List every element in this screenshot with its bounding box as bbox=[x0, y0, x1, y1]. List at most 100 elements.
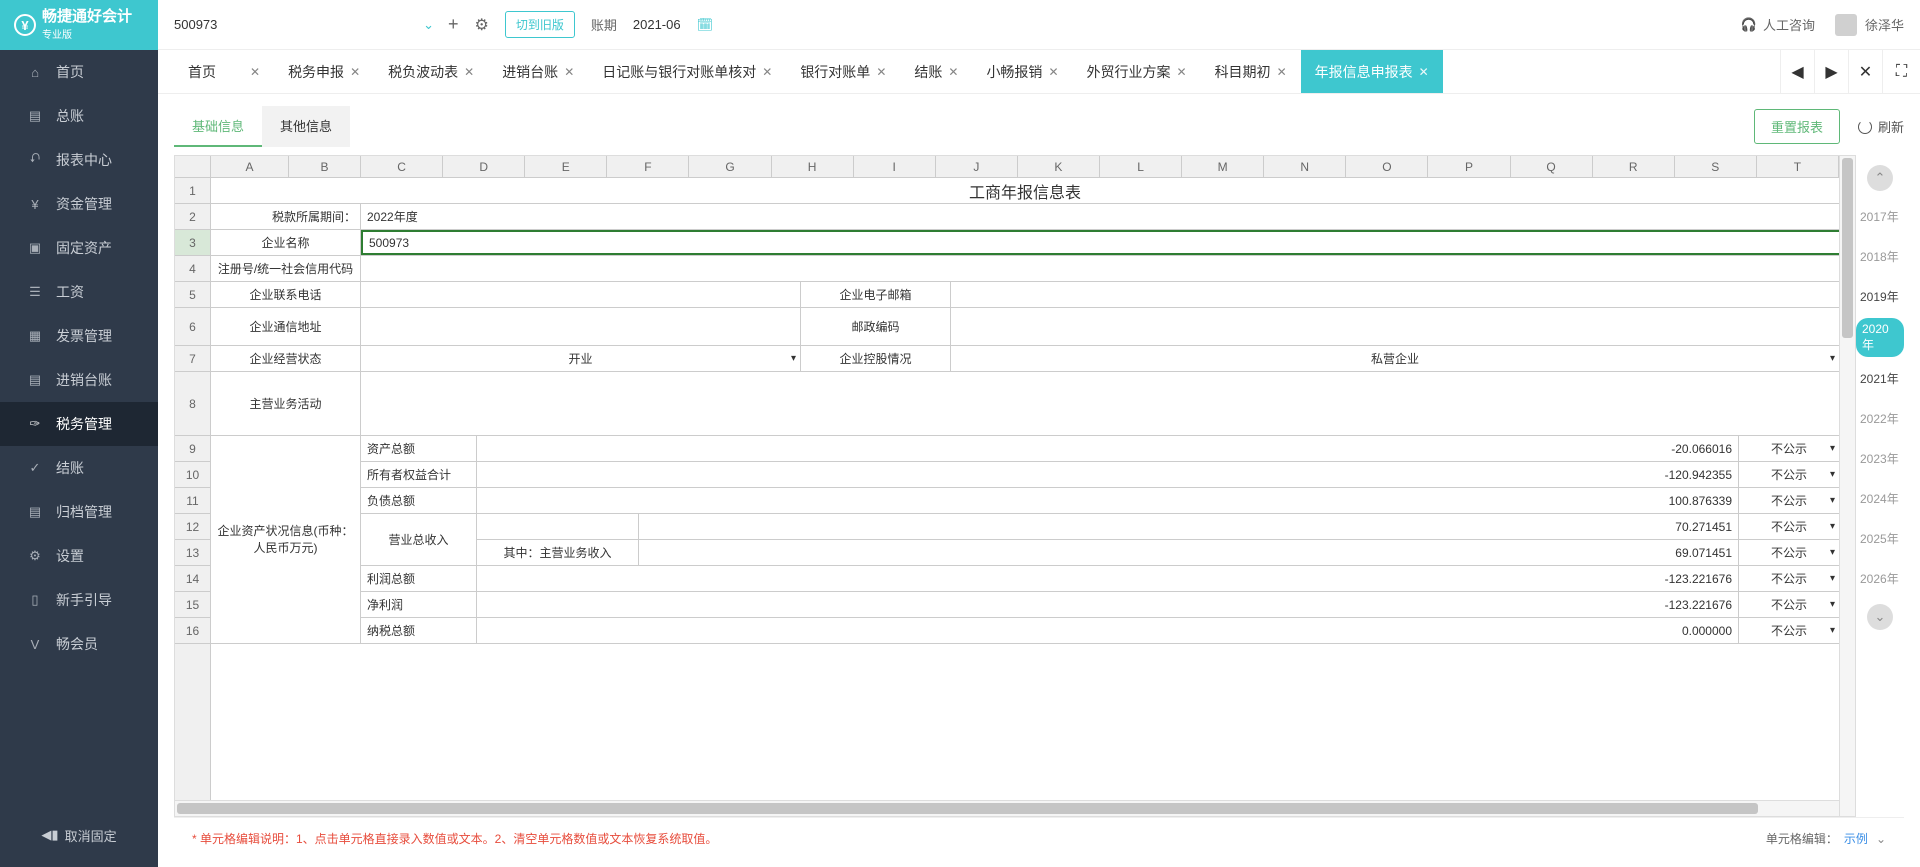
close-icon[interactable]: ✕ bbox=[1177, 65, 1187, 79]
close-icon[interactable]: ✕ bbox=[876, 65, 886, 79]
row-header[interactable]: 9 bbox=[175, 436, 210, 462]
dropdown-publish[interactable]: 不公示 bbox=[1739, 488, 1839, 513]
col-header-R[interactable]: R bbox=[1593, 156, 1675, 177]
close-icon[interactable]: ✕ bbox=[948, 65, 958, 79]
col-header-S[interactable]: S bbox=[1675, 156, 1757, 177]
tab-日记账与银行对账单核对[interactable]: 日记账与银行对账单核对✕ bbox=[588, 50, 786, 93]
nav-item-固定资产[interactable]: ▣固定资产 bbox=[0, 226, 158, 270]
dropdown-publish[interactable]: 不公示 bbox=[1739, 566, 1839, 591]
col-header-O[interactable]: O bbox=[1346, 156, 1428, 177]
dropdown-publish[interactable]: 不公示 bbox=[1739, 436, 1839, 461]
row-header[interactable]: 1 bbox=[175, 178, 210, 204]
tab-税务申报[interactable]: 税务申报✕ bbox=[274, 50, 374, 93]
nav-item-进销台账[interactable]: ▤进销台账 bbox=[0, 358, 158, 402]
tab-银行对账单[interactable]: 银行对账单✕ bbox=[786, 50, 900, 93]
cell-input[interactable] bbox=[951, 282, 1839, 307]
year-2020年[interactable]: 2020年 bbox=[1856, 318, 1904, 357]
nav-item-新手引导[interactable]: ▯新手引导 bbox=[0, 578, 158, 622]
fin-value[interactable]: -123.221676 bbox=[477, 566, 1739, 591]
cell-input[interactable] bbox=[361, 256, 1839, 281]
col-header-G[interactable]: G bbox=[689, 156, 771, 177]
switch-old-version-button[interactable]: 切到旧版 bbox=[505, 11, 575, 38]
tab-进销台账[interactable]: 进销台账✕ bbox=[488, 50, 588, 93]
refresh-button[interactable]: 刷新 bbox=[1858, 117, 1904, 136]
nav-item-归档管理[interactable]: ▤归档管理 bbox=[0, 490, 158, 534]
calendar-icon[interactable]: 🗓 bbox=[697, 17, 714, 33]
subtab-other[interactable]: 其他信息 bbox=[262, 106, 350, 147]
col-header-K[interactable]: K bbox=[1018, 156, 1100, 177]
tab-scroll-right[interactable]: ▶ bbox=[1814, 50, 1848, 93]
gear-icon[interactable]: ⚙ bbox=[475, 15, 489, 35]
nav-item-资金管理[interactable]: ¥资金管理 bbox=[0, 182, 158, 226]
col-header-H[interactable]: H bbox=[772, 156, 854, 177]
company-selector[interactable]: 500973 ⌄ bbox=[174, 17, 434, 33]
col-header-M[interactable]: M bbox=[1182, 156, 1264, 177]
nav-item-首页[interactable]: ⌂首页 bbox=[0, 50, 158, 94]
tab-外贸行业方案[interactable]: 外贸行业方案✕ bbox=[1073, 50, 1201, 93]
support-link[interactable]: 🎧 人工咨询 bbox=[1741, 15, 1815, 34]
year-2021年[interactable]: 2021年 bbox=[1856, 360, 1904, 397]
row-header[interactable]: 16 bbox=[175, 618, 210, 644]
col-header-A[interactable]: A bbox=[211, 156, 289, 177]
row-header[interactable]: 10 bbox=[175, 462, 210, 488]
nav-item-结账[interactable]: ✓结账 bbox=[0, 446, 158, 490]
year-2025年[interactable]: 2025年 bbox=[1856, 520, 1904, 557]
row-header[interactable]: 3 bbox=[175, 230, 210, 256]
col-header-Q[interactable]: Q bbox=[1511, 156, 1593, 177]
col-header-F[interactable]: F bbox=[607, 156, 689, 177]
dropdown-status[interactable]: 开业 bbox=[361, 346, 801, 371]
refill-button[interactable]: 重置报表 bbox=[1754, 109, 1840, 144]
col-header-C[interactable]: C bbox=[361, 156, 443, 177]
row-header[interactable]: 2 bbox=[175, 204, 210, 230]
nav-item-工资[interactable]: ☰工资 bbox=[0, 270, 158, 314]
nav-item-设置[interactable]: ⚙设置 bbox=[0, 534, 158, 578]
vertical-scrollbar[interactable] bbox=[1839, 156, 1855, 816]
cells-area[interactable]: 工商年报信息表 税款所属期间： 2022年度 企业名称 bbox=[211, 178, 1839, 800]
col-header-P[interactable]: P bbox=[1428, 156, 1510, 177]
dropdown-publish[interactable]: 不公示 bbox=[1739, 540, 1839, 565]
chevron-down-icon[interactable]: ⌄ bbox=[1876, 832, 1886, 846]
row-header[interactable]: 11 bbox=[175, 488, 210, 514]
row-header[interactable]: 4 bbox=[175, 256, 210, 282]
year-2019年[interactable]: 2019年 bbox=[1856, 278, 1904, 315]
row-header[interactable]: 8 bbox=[175, 372, 210, 436]
select-all-corner[interactable] bbox=[175, 156, 211, 177]
tab-结账[interactable]: 结账✕ bbox=[900, 50, 972, 93]
fin-value[interactable]: 69.071451 bbox=[639, 540, 1739, 565]
nav-item-报表中心[interactable]: ⮏报表中心 bbox=[0, 138, 158, 182]
row-header[interactable]: 15 bbox=[175, 592, 210, 618]
tab-close-all[interactable]: ✕ bbox=[1848, 50, 1882, 93]
fin-value[interactable]: -120.942355 bbox=[477, 462, 1739, 487]
fullscreen-icon[interactable]: ⛶ bbox=[1882, 50, 1920, 93]
year-next[interactable]: ⌄ bbox=[1867, 604, 1893, 630]
footer-example-link[interactable]: 示例 bbox=[1844, 830, 1868, 847]
col-header-I[interactable]: I bbox=[854, 156, 936, 177]
close-icon[interactable]: ✕ bbox=[1419, 65, 1429, 79]
year-2026年[interactable]: 2026年 bbox=[1856, 560, 1904, 597]
row-header[interactable]: 12 bbox=[175, 514, 210, 540]
cell-input[interactable] bbox=[361, 372, 1839, 435]
nav-item-畅会员[interactable]: V畅会员 bbox=[0, 622, 158, 666]
tab-scroll-left[interactable]: ◀ bbox=[1780, 50, 1814, 93]
dropdown-publish[interactable]: 不公示 bbox=[1739, 462, 1839, 487]
close-icon[interactable]: ✕ bbox=[762, 65, 772, 79]
year-2017年[interactable]: 2017年 bbox=[1856, 198, 1904, 235]
tab-税负波动表[interactable]: 税负波动表✕ bbox=[374, 50, 488, 93]
nav-item-税务管理[interactable]: ✑税务管理 bbox=[0, 402, 158, 446]
col-header-D[interactable]: D bbox=[443, 156, 525, 177]
close-icon[interactable]: ✕ bbox=[350, 65, 360, 79]
cell-value[interactable]: 2022年度 bbox=[361, 204, 1839, 229]
tab-科目期初[interactable]: 科目期初✕ bbox=[1201, 50, 1301, 93]
col-header-T[interactable]: T bbox=[1757, 156, 1839, 177]
horizontal-scrollbar[interactable] bbox=[175, 800, 1839, 816]
close-icon[interactable]: ✕ bbox=[250, 65, 260, 79]
row-header[interactable]: 6 bbox=[175, 308, 210, 346]
tab-首页[interactable]: 首页 bbox=[174, 50, 230, 93]
row-header[interactable]: 14 bbox=[175, 566, 210, 592]
fin-value[interactable]: -20.066016 bbox=[477, 436, 1739, 461]
nav-unpin[interactable]: ◀▮ 取消固定 bbox=[0, 815, 158, 855]
col-header-L[interactable]: L bbox=[1100, 156, 1182, 177]
fin-value[interactable]: 70.271451 bbox=[639, 514, 1739, 539]
close-icon[interactable]: ✕ bbox=[1277, 65, 1287, 79]
dropdown-publish[interactable]: 不公示 bbox=[1739, 618, 1839, 643]
